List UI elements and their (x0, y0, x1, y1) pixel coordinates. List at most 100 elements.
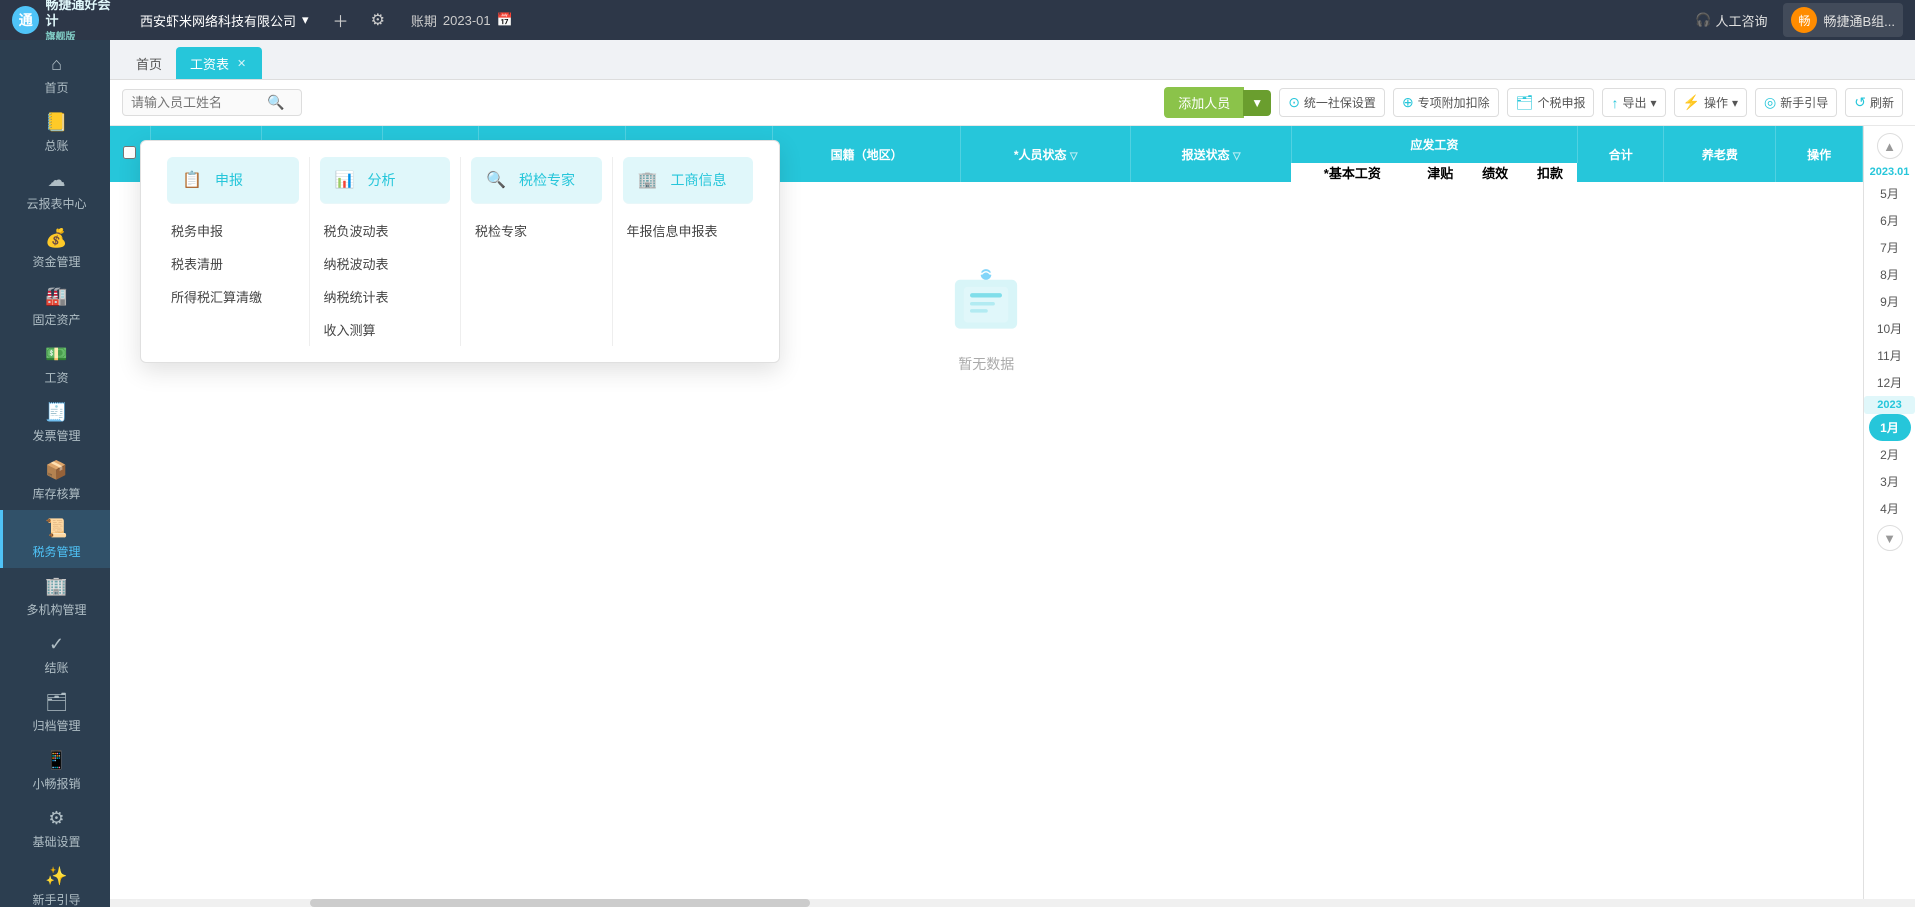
tab-home[interactable]: 首页 (122, 47, 176, 79)
social-insurance-btn[interactable]: ⊙ 统一社保设置 (1279, 88, 1385, 117)
timeline-month-6[interactable]: 6月 (1869, 207, 1911, 234)
inventory-icon: 📦 (45, 460, 67, 481)
filter-report-icon[interactable]: ▽ (1233, 151, 1241, 162)
timeline-month-5[interactable]: 5月 (1869, 180, 1911, 207)
special-deduction-label: 专项附加扣除 (1418, 94, 1490, 111)
company-selector[interactable]: 西安虾米网络科技有限公司 ▾ (132, 7, 317, 34)
menu-item-income-calc[interactable]: 收入测算 (320, 313, 451, 346)
select-all-checkbox[interactable] (123, 146, 136, 159)
tab-salary[interactable]: 工资表 ✕ (176, 47, 262, 79)
sidebar-item-inventory[interactable]: 📦 库存核算 (0, 452, 110, 510)
export-btn[interactable]: ↑ 导出 ▾ (1602, 88, 1665, 117)
scrollbar-thumb[interactable] (310, 899, 810, 907)
menu-item-tax-declare[interactable]: 税务申报 (167, 214, 299, 247)
sidebar-item-close-period[interactable]: ✓ 结账 (0, 626, 110, 684)
menu-item-tax-inspect[interactable]: 税检专家 (471, 214, 602, 247)
timeline-month-1[interactable]: 1月 (1869, 414, 1911, 441)
social-insurance-label: 统一社保设置 (1304, 94, 1376, 111)
personal-tax-btn[interactable]: 🗂 个税申报 (1507, 88, 1595, 117)
avatar: 畅 (1791, 7, 1817, 33)
sidebar-item-fixed-assets[interactable]: 🏭 固定资产 (0, 278, 110, 336)
fund-icon: 💰 (45, 228, 67, 249)
menu-section-business-info: 🏢 工商信息 年报信息申报表 (612, 157, 764, 346)
guide-icon-toolbar: ◎ (1764, 94, 1776, 111)
business-info-title: 工商信息 (671, 170, 727, 190)
timeline-month-8[interactable]: 8月 (1869, 261, 1911, 288)
guide-btn[interactable]: ◎ 新手引导 (1755, 88, 1837, 117)
invoice-icon: 🧾 (45, 402, 67, 423)
refresh-icon: ↺ (1854, 94, 1866, 111)
timeline-prev-year-label: 2023.01 (1870, 162, 1910, 180)
sidebar-item-salary[interactable]: 💵 工资 (0, 336, 110, 394)
menu-item-tax-stats[interactable]: 纳税统计表 (320, 280, 451, 313)
sidebar-item-guide[interactable]: ✨ 新手引导 (0, 858, 110, 907)
sidebar-item-mini-sales[interactable]: 📱 小畅报销 (0, 742, 110, 800)
sidebar-item-label: 资金管理 (32, 253, 80, 270)
sidebar-item-ledger[interactable]: 📒 总账 (0, 104, 110, 162)
sidebar-item-fund[interactable]: 💰 资金管理 (0, 220, 110, 278)
timeline-month-12[interactable]: 12月 (1869, 369, 1911, 396)
filter-status-icon[interactable]: ▽ (1070, 151, 1078, 162)
menu-section-business-info-header: 🏢 工商信息 (623, 157, 754, 204)
menu-item-tax-form[interactable]: 税表清册 (167, 247, 299, 280)
search-box[interactable]: 🔍 (122, 89, 302, 116)
timeline-month-10[interactable]: 10月 (1869, 315, 1911, 342)
salary-tab-label: 工资表 (190, 54, 229, 73)
ledger-icon: 📒 (45, 112, 67, 133)
timeline-month-4[interactable]: 4月 (1869, 495, 1911, 522)
tax-expert-icon: 🔍 (481, 165, 511, 195)
user-menu-btn[interactable]: 畅 畅捷通B组... (1783, 3, 1903, 37)
customer-service-btn[interactable]: 🎧 人工咨询 (1695, 11, 1767, 30)
timeline-month-11[interactable]: 11月 (1869, 342, 1911, 369)
calendar-icon[interactable]: 📅 (497, 12, 513, 28)
business-info-icon: 🏢 (633, 165, 663, 195)
sidebar-item-archive[interactable]: 🗂 归档管理 (0, 684, 110, 742)
timeline-month-9[interactable]: 9月 (1869, 288, 1911, 315)
sidebar-item-cloud-report[interactable]: ☁ 云报表中心 (0, 162, 110, 220)
menu-section-declaration-header: 📋 申报 (167, 157, 299, 204)
timeline-next-year-btn[interactable]: ▼ (1877, 525, 1903, 551)
menu-item-tax-burden[interactable]: 税负波动表 (320, 214, 451, 247)
user-name: 畅捷通B组... (1823, 11, 1895, 30)
menu-item-annual-report[interactable]: 年报信息申报表 (623, 214, 754, 247)
menu-item-income-tax[interactable]: 所得税汇算清缴 (167, 280, 299, 313)
menu-item-tax-payment[interactable]: 纳税波动表 (320, 247, 451, 280)
archive-icon: 🗂 (45, 692, 68, 713)
timeline-month-7[interactable]: 7月 (1869, 234, 1911, 261)
timeline-month-2[interactable]: 2月 (1869, 441, 1911, 468)
sidebar-item-settings[interactable]: ⚙ 基础设置 (0, 800, 110, 858)
refresh-btn[interactable]: ↺ 刷新 (1845, 88, 1903, 117)
export-dropdown-icon: ▾ (1651, 96, 1657, 110)
export-icon: ↑ (1611, 95, 1618, 111)
operations-btn[interactable]: ⚡ 操作 ▾ (1674, 88, 1747, 117)
guide-icon: ✨ (45, 866, 67, 887)
settings-icon[interactable]: ⚙ (365, 8, 391, 32)
add-company-btn[interactable]: ＋ (327, 6, 355, 34)
personal-tax-icon: 🗂 (1516, 94, 1534, 111)
empty-icon (941, 262, 1031, 342)
tab-close-btn[interactable]: ✕ (235, 56, 248, 71)
sidebar-item-label: 归档管理 (32, 717, 80, 734)
add-person-dropdown-btn[interactable]: ▼ (1243, 90, 1271, 116)
menu-section-tax-expert: 🔍 税检专家 税检专家 (460, 157, 612, 346)
sidebar-item-label: 结账 (44, 659, 68, 676)
sidebar-item-multi-org[interactable]: 🏢 多机构管理 (0, 568, 110, 626)
menu-section-declaration: 📋 申报 税务申报 税表清册 所得税汇算清缴 (157, 157, 309, 346)
timeline-panel: ▲ 2023.01 5月 6月 7月 8月 9月 10月 11月 12月 202… (1863, 126, 1915, 899)
horizontal-scrollbar[interactable] (110, 899, 1915, 907)
add-person-btn-group: 添加人员 ▼ (1164, 87, 1271, 118)
timeline-prev-year-btn[interactable]: ▲ (1877, 133, 1903, 159)
sidebar-item-invoice[interactable]: 🧾 发票管理 (0, 394, 110, 452)
personal-tax-label: 个税申报 (1537, 94, 1585, 111)
add-person-button[interactable]: 添加人员 (1164, 87, 1244, 118)
social-insurance-icon: ⊙ (1288, 94, 1300, 111)
search-input[interactable] (131, 95, 261, 110)
sidebar-item-label: 首页 (44, 79, 68, 96)
special-deduction-btn[interactable]: ⊕ 专项附加扣除 (1393, 88, 1499, 117)
timeline-month-3[interactable]: 3月 (1869, 468, 1911, 495)
sidebar-item-label: 发票管理 (32, 427, 80, 444)
home-tab-label: 首页 (136, 54, 162, 73)
sidebar-item-tax[interactable]: 📜 税务管理 (0, 510, 110, 568)
th-performance: 绩效 (1468, 163, 1523, 182)
sidebar-item-home[interactable]: ⌂ 首页 (0, 46, 110, 104)
